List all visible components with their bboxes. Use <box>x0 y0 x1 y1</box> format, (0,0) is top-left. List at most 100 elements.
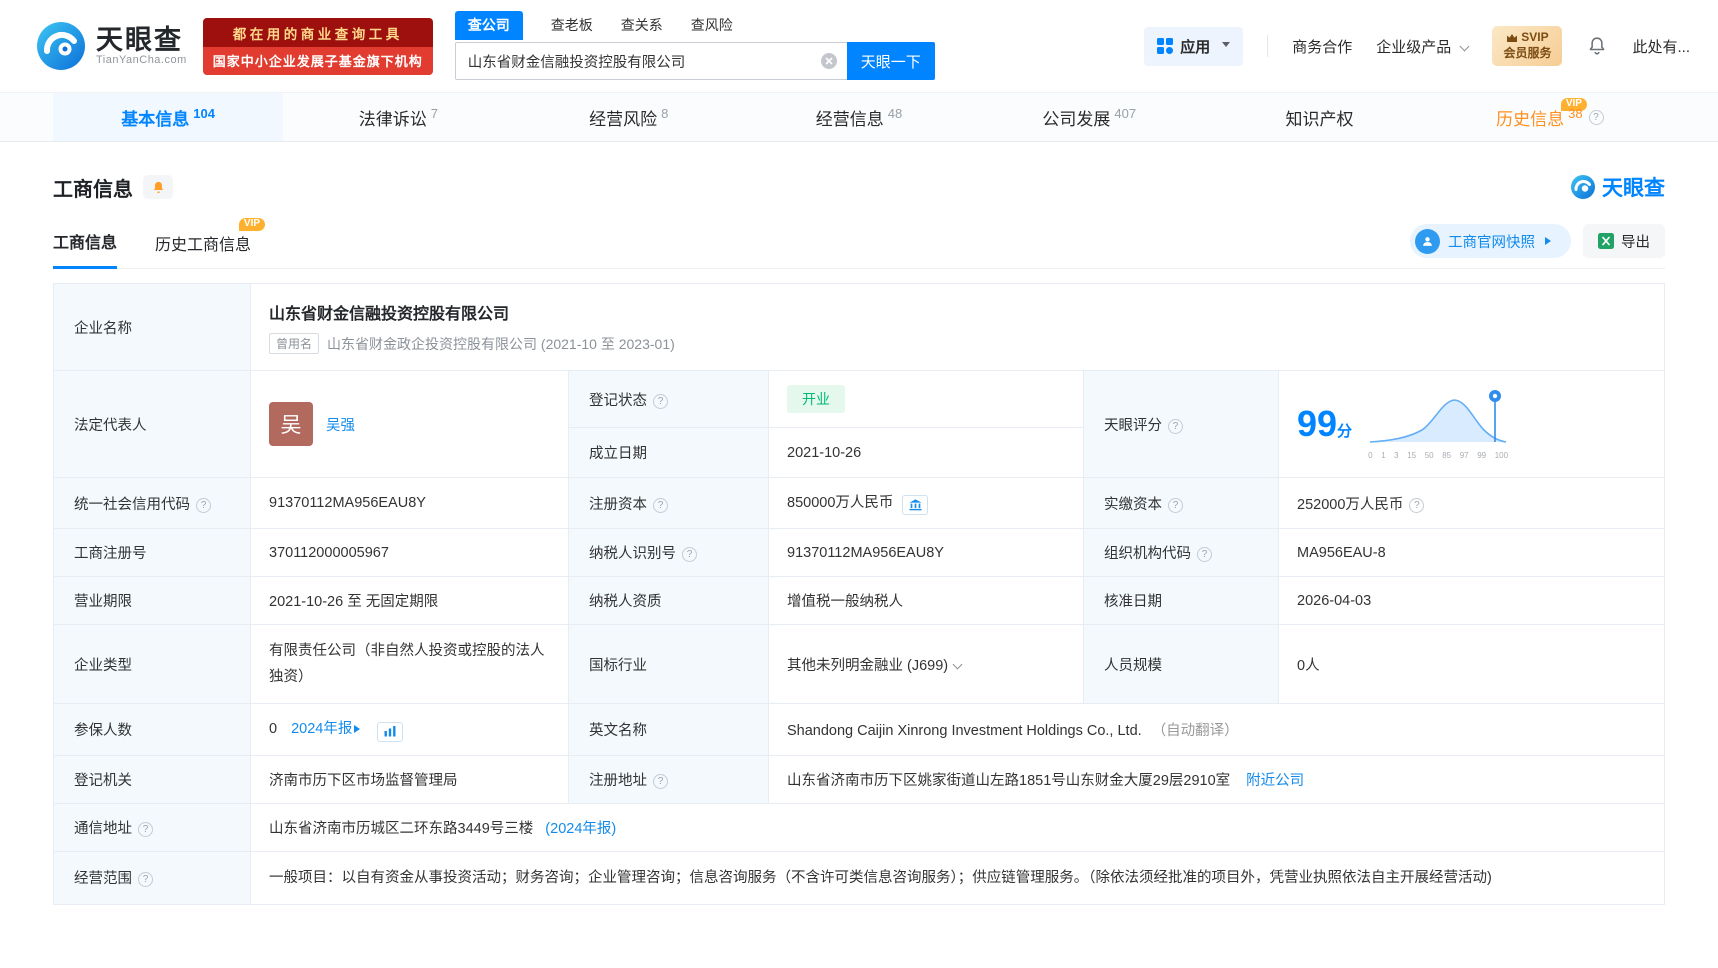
english-name-text: Shandong Caijin Xinrong Investment Holdi… <box>787 722 1142 739</box>
more-menu[interactable]: 此处有... <box>1632 36 1690 57</box>
tab-basic-info[interactable]: 基本信息 104 <box>53 93 284 141</box>
report-chart-icon[interactable] <box>377 721 404 742</box>
tab-operation-info[interactable]: 经营信息 48 <box>744 93 974 141</box>
field-value-company-name: 山东省财金信融投资控股有限公司 曾用名 山东省财金政企投资控股有限公司 (202… <box>250 283 1665 371</box>
score-curve-chart <box>1370 390 1507 443</box>
field-value-org-code: MA956EAU-8 <box>1278 528 1665 577</box>
legal-rep-cell: 吴 吴强 <box>269 402 550 446</box>
nearby-companies-link[interactable]: 附近公司 <box>1246 773 1304 789</box>
search-row: 天眼一下 <box>454 42 935 80</box>
help-icon[interactable]: ? <box>1168 418 1183 434</box>
apps-label: 应用 <box>1180 38 1211 56</box>
help-icon[interactable]: ? <box>1197 547 1212 562</box>
status-badge: 开业 <box>787 385 845 414</box>
svip-member-button[interactable]: SVIP 会员服务 <box>1492 26 1563 66</box>
field-value-reg-capital: 850000万人民币 <box>768 477 1084 529</box>
search-tab-boss[interactable]: 查老板 <box>551 15 593 40</box>
top-header: 天眼查 TianYanCha.com 都在用的商业查询工具 国家中小企业发展子基… <box>0 0 1718 92</box>
field-label-reg-status: 登记状态? <box>568 369 769 429</box>
svip-label: SVIP <box>1521 30 1549 45</box>
tab-legal-litigation[interactable]: 法律诉讼 7 <box>283 93 513 141</box>
arrow-right-icon <box>354 725 364 734</box>
help-icon[interactable]: ? <box>1588 109 1604 125</box>
field-label-text: 核准日期 <box>1104 594 1162 610</box>
help-icon[interactable]: ? <box>682 547 697 562</box>
field-label-reg-no: 工商注册号 <box>53 528 251 577</box>
field-label-text: 登记状态 <box>589 392 647 409</box>
apps-grid-icon <box>1157 38 1174 54</box>
search-tab-relation[interactable]: 查关系 <box>621 15 663 40</box>
tab-intellectual-property[interactable]: 知识产权 <box>1204 93 1434 141</box>
field-label-text: 法定代表人 <box>74 417 147 434</box>
search-input[interactable] <box>454 42 847 80</box>
help-icon[interactable]: ? <box>138 821 153 837</box>
annual-report-link[interactable]: 2024年报 <box>291 721 364 737</box>
table-row: 法定代表人 吴 吴强 登记状态? 开业 天眼评分? 99分 0 1 3 15 5… <box>53 369 1665 478</box>
search-button[interactable]: 天眼一下 <box>846 42 935 80</box>
section-title: 工商信息 <box>53 178 133 201</box>
field-label-text: 统一社会信用代码 <box>74 496 190 513</box>
tab-count: 48 <box>887 105 903 121</box>
bank-icon[interactable] <box>902 495 929 515</box>
field-label-insured: 参保人数 <box>53 703 251 756</box>
mail-address-text: 山东省济南市历城区二环东路3449号三楼 <box>269 820 534 837</box>
subtab-business-info[interactable]: 工商信息 <box>53 229 118 269</box>
crown-icon <box>1507 34 1518 43</box>
tab-operation-risk[interactable]: 经营风险 8 <box>514 93 744 141</box>
field-value-english-name: Shandong Caijin Xinrong Investment Holdi… <box>768 703 1665 756</box>
tab-company-development[interactable]: 公司发展 407 <box>974 93 1204 141</box>
promo-line1: 都在用的商业查询工具 <box>202 17 433 47</box>
watermark-text: 天眼查 <box>1602 177 1665 200</box>
table-row: 企业名称 山东省财金信融投资控股有限公司 曾用名 山东省财金政企投资控股有限公司… <box>53 283 1665 371</box>
business-cooperation-link[interactable]: 商务合作 <box>1292 36 1352 57</box>
tab-label: 历史信息 <box>1496 109 1565 129</box>
field-label-text: 经营范围 <box>74 871 132 888</box>
field-label-text: 组织机构代码 <box>1104 546 1191 562</box>
tab-count: 38 <box>1568 105 1583 121</box>
field-value-term: 2021-10-26 至 无固定期限 <box>250 576 569 625</box>
help-icon[interactable]: ? <box>138 872 153 888</box>
axis-tick: 3 <box>1394 451 1399 460</box>
field-value-insured: 0 2024年报 <box>250 703 569 756</box>
field-label-tax-quality: 纳税人资质 <box>568 576 769 625</box>
help-icon[interactable]: ? <box>653 497 668 513</box>
chevron-down-icon <box>1460 41 1470 51</box>
tab-label: 公司发展 <box>1042 109 1111 129</box>
promo-banner[interactable]: 都在用的商业查询工具 国家中小企业发展子基金旗下机构 <box>202 17 433 75</box>
help-icon[interactable]: ? <box>1409 497 1425 513</box>
enterprise-products-menu[interactable]: 企业级产品 <box>1376 36 1470 57</box>
mail-annual-report-link[interactable]: (2024年报) <box>545 821 616 837</box>
field-label-text: 人员规模 <box>1104 657 1162 674</box>
reg-capital-text: 850000万人民币 <box>787 495 894 511</box>
tab-history-info[interactable]: VIP 历史信息 38 ? <box>1435 93 1665 141</box>
enterprise-products-label: 企业级产品 <box>1376 38 1452 56</box>
chevron-down-icon[interactable] <box>952 659 963 670</box>
table-row: 通信地址? 山东省济南市历城区二环东路3449号三楼 (2024年报) <box>53 802 1665 852</box>
tianyancha-logo[interactable]: 天眼查 TianYanCha.com <box>35 20 187 72</box>
export-button[interactable]: 导出 <box>1583 224 1665 258</box>
search-tab-company[interactable]: 查公司 <box>454 11 523 40</box>
notification-bell-button[interactable] <box>1586 35 1608 57</box>
field-label-text: 实缴资本 <box>1104 496 1162 513</box>
clear-search-icon[interactable] <box>820 53 837 69</box>
axis-tick: 15 <box>1407 451 1417 460</box>
apps-menu[interactable]: 应用 <box>1144 26 1244 66</box>
avatar[interactable]: 吴 <box>269 402 313 446</box>
field-label-english-name: 英文名称 <box>568 703 769 756</box>
help-icon[interactable]: ? <box>653 393 668 409</box>
help-icon[interactable]: ? <box>1168 497 1183 513</box>
tianyancha-logo-icon <box>1571 175 1595 199</box>
monitor-bell-button[interactable] <box>143 175 173 199</box>
help-icon[interactable]: ? <box>196 497 211 513</box>
field-label-text: 天眼评分 <box>1104 417 1162 434</box>
field-label-reg-address: 注册地址? <box>568 754 769 804</box>
svip-top: SVIP <box>1503 30 1551 46</box>
subtab-history-business-info[interactable]: VIP 历史工商信息 <box>155 218 266 268</box>
help-icon[interactable]: ? <box>653 773 668 789</box>
official-snapshot-button[interactable]: 工商官网快照 <box>1410 224 1571 258</box>
field-label-paid-capital: 实缴资本? <box>1083 477 1279 529</box>
legal-rep-link[interactable]: 吴强 <box>326 414 355 435</box>
field-label-credit-code: 统一社会信用代码? <box>53 477 251 529</box>
search-tab-risk[interactable]: 查风险 <box>691 15 733 40</box>
export-label: 导出 <box>1621 234 1650 251</box>
